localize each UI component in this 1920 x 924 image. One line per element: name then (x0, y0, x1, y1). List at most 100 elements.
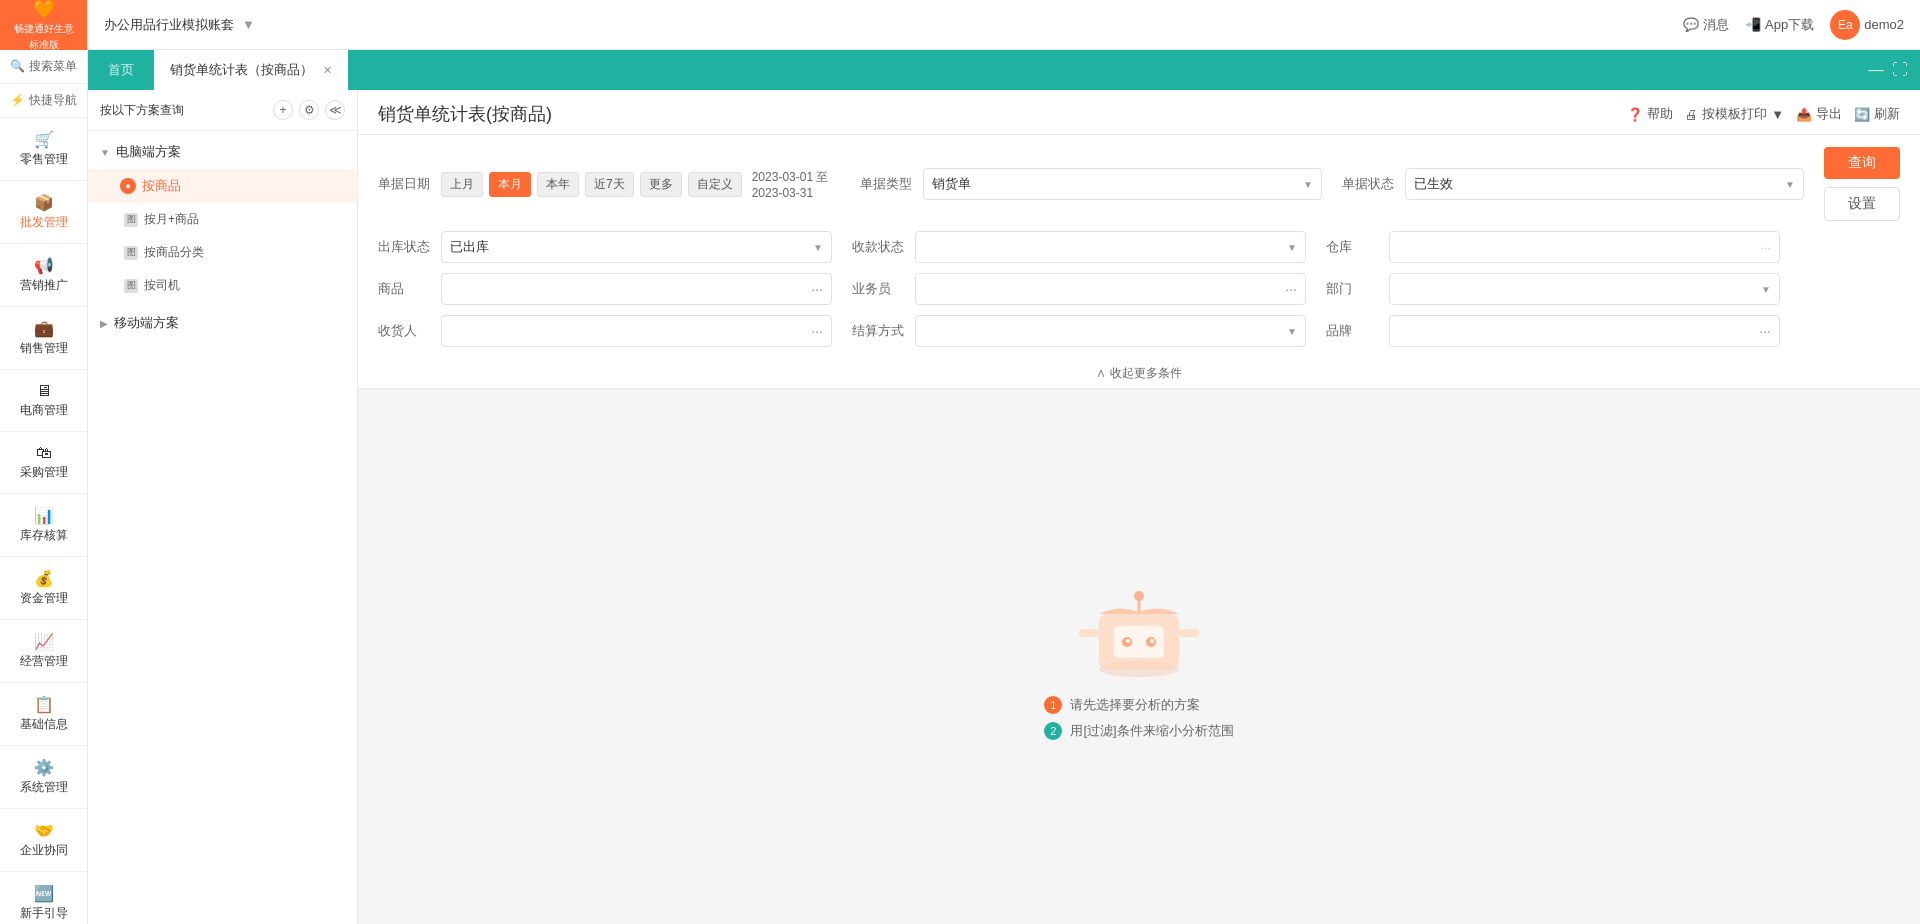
tab-sales-stat[interactable]: 销货单统计表（按商品） ✕ (154, 50, 348, 90)
retail-icon: 🛒 (34, 130, 54, 149)
filter-staff-cell: 业务员 ··· (852, 273, 1326, 305)
empty-illustration (1074, 574, 1204, 684)
recipient-dropdown[interactable]: ··· (441, 315, 832, 347)
message-button[interactable]: 💬 消息 (1683, 16, 1729, 34)
sidebar-item-basic[interactable]: 📋 基础信息 (0, 683, 87, 746)
download-icon: 📲 (1745, 17, 1761, 32)
search-icon: 🔍 (10, 59, 25, 73)
mobile-arrow-icon: ▶ (100, 318, 108, 329)
warehouse-dropdown[interactable]: ··· (1389, 231, 1780, 263)
warehouse-dots: ··· (1760, 240, 1771, 255)
sidebar-item-inventory[interactable]: 📊 库存核算 (0, 494, 87, 557)
sidebar-item-ecommerce[interactable]: 🖥 电商管理 (0, 370, 87, 432)
sidebar-item-enterprise[interactable]: 🤝 企业协同 (0, 809, 87, 872)
scheme-add-button[interactable]: + (273, 100, 293, 120)
tab-bar: 首页 销货单统计表（按商品） ✕ — ⛶ (88, 50, 1920, 90)
goods-dropdown[interactable]: ··· (441, 273, 832, 305)
date-btn-custom[interactable]: 自定义 (688, 172, 742, 197)
refresh-button[interactable]: 🔄 刷新 (1854, 105, 1900, 123)
date-btn-last-month[interactable]: 上月 (441, 172, 483, 197)
sidebar-item-finance[interactable]: 💰 资金管理 (0, 557, 87, 620)
date-btn-more[interactable]: 更多 (640, 172, 682, 197)
brand-dropdown[interactable]: ··· (1389, 315, 1780, 347)
filter-collect-cell: 收款状态 ▼ (852, 231, 1326, 263)
template-print-button[interactable]: 🖨 按模板打印 ▼ (1685, 105, 1784, 123)
svg-point-5 (1126, 639, 1130, 643)
help-icon: ❓ (1627, 107, 1643, 122)
quick-icon: ⚡ (10, 93, 25, 107)
export-button[interactable]: 📤 导出 (1796, 105, 1842, 123)
guide-icon: 🆕 (34, 884, 54, 903)
scheme-by-month-goods[interactable]: 图 按月+商品 (88, 203, 357, 236)
date-btn-this-year[interactable]: 本年 (537, 172, 579, 197)
brand-dots[interactable]: ··· (1759, 323, 1771, 339)
app-download-button[interactable]: 📲 App下载 (1745, 16, 1814, 34)
query-button[interactable]: 查询 (1824, 147, 1900, 179)
scheme-header-actions: + ⚙ ≪ (273, 100, 345, 120)
sidebar-item-operation[interactable]: 📈 经营管理 (0, 620, 87, 683)
svg-rect-10 (1179, 629, 1199, 637)
operation-icon: 📈 (34, 632, 54, 651)
payment-dropdown[interactable]: ▼ (915, 315, 1306, 347)
tab-close-icon[interactable]: ✕ (323, 64, 332, 77)
filter-row-2: 出库状态 已出库 ▼ 收款状态 ▼ (378, 231, 1900, 263)
scheme-by-goods[interactable]: ● 按商品 (88, 169, 357, 203)
sidebar-item-marketing[interactable]: 📢 营销推广 (0, 244, 87, 307)
goods-dots[interactable]: ··· (811, 281, 823, 297)
empty-tip-2: 2 用[过滤]条件来缩小分析范围 (1044, 722, 1233, 740)
sidebar-item-system[interactable]: ⚙️ 系统管理 (0, 746, 87, 809)
status-dropdown[interactable]: 已生效 ▼ (1405, 168, 1804, 200)
date-btn-this-month[interactable]: 本月 (489, 172, 531, 197)
setting-button[interactable]: 设置 (1824, 187, 1900, 221)
scheme-collapse-button[interactable]: ≪ (325, 100, 345, 120)
collect-dropdown[interactable]: ▼ (915, 231, 1306, 263)
status-dropdown-arrow: ▼ (1785, 179, 1795, 190)
payment-arrow: ▼ (1287, 326, 1297, 337)
breadcrumb: 办公用品行业模拟账套 (104, 16, 234, 34)
empty-tip-1: 1 请先选择要分析的方案 (1044, 696, 1233, 714)
collect-label: 收款状态 (852, 238, 907, 256)
top-nav-right: 💬 消息 📲 App下载 Ea demo2 (1683, 10, 1904, 40)
search-menu[interactable]: 🔍 搜索菜单 (0, 50, 87, 84)
staff-dots[interactable]: ··· (1285, 281, 1297, 297)
recipient-dots[interactable]: ··· (811, 323, 823, 339)
scheme-by-driver[interactable]: 图 按司机 (88, 269, 357, 302)
date-btn-7days[interactable]: 近7天 (585, 172, 634, 197)
help-button[interactable]: ❓ 帮助 (1627, 105, 1673, 123)
quick-nav[interactable]: ⚡ 快捷导航 (0, 84, 87, 118)
filter-section: 单据日期 上月 本月 本年 近7天 更多 自定义 2023-03-01 至 20… (358, 135, 1920, 389)
sidebar-item-guide[interactable]: 🆕 新手引导 (0, 872, 87, 924)
collapse-more-button[interactable]: ∧ 收起更多条件 (358, 359, 1920, 389)
sidebar-item-purchase[interactable]: 🛍 采购管理 (0, 432, 87, 494)
scheme-mobile-group[interactable]: ▶ 移动端方案 (88, 306, 357, 340)
outstatus-dropdown[interactable]: 已出库 ▼ (441, 231, 832, 263)
collapse-icon: ∧ (1096, 366, 1106, 380)
type-dropdown[interactable]: 销货单 ▼ (923, 168, 1322, 200)
sidebar-item-sales[interactable]: 💼 销售管理 (0, 307, 87, 370)
scheme-desktop-header[interactable]: ▼ 电脑端方案 (88, 135, 357, 169)
filter-row-1: 单据日期 上月 本月 本年 近7天 更多 自定义 2023-03-01 至 20… (378, 147, 1900, 221)
payment-label: 结算方式 (852, 322, 907, 340)
empty-state: 1 请先选择要分析的方案 2 用[过滤]条件来缩小分析范围 (358, 389, 1920, 924)
tab-maximize-icon[interactable]: ⛶ (1892, 61, 1908, 79)
scheme-panel-title: 按以下方案查询 (100, 102, 184, 119)
staff-dropdown[interactable]: ··· (915, 273, 1306, 305)
scheme-sub-icon-2: 图 (124, 246, 138, 260)
brand-label: 品牌 (1326, 322, 1381, 340)
dept-dropdown[interactable]: ▼ (1389, 273, 1780, 305)
outstatus-arrow: ▼ (813, 242, 823, 253)
print-icon: 🖨 (1685, 107, 1698, 122)
scheme-sub-icon-1: 图 (124, 213, 138, 227)
scheme-by-category[interactable]: 图 按商品分类 (88, 236, 357, 269)
filter-row-4: 收货人 ··· 结算方式 ▼ (378, 315, 1900, 347)
collect-arrow: ▼ (1287, 242, 1297, 253)
date-quick-row: 上月 本月 本年 近7天 更多 自定义 2023-03-01 至 2023-03… (441, 169, 840, 200)
tab-minimize-icon[interactable]: — (1868, 61, 1884, 79)
filter-warehouse-cell: 仓库 ··· (1326, 231, 1800, 263)
svg-point-6 (1150, 639, 1154, 643)
sidebar-item-retail[interactable]: 🛒 零售管理 (0, 118, 87, 181)
scheme-settings-button[interactable]: ⚙ (299, 100, 319, 120)
user-menu[interactable]: Ea demo2 (1830, 10, 1904, 40)
tab-home[interactable]: 首页 (88, 50, 154, 90)
sidebar-item-wholesale[interactable]: 📦 批发管理 (0, 181, 87, 244)
